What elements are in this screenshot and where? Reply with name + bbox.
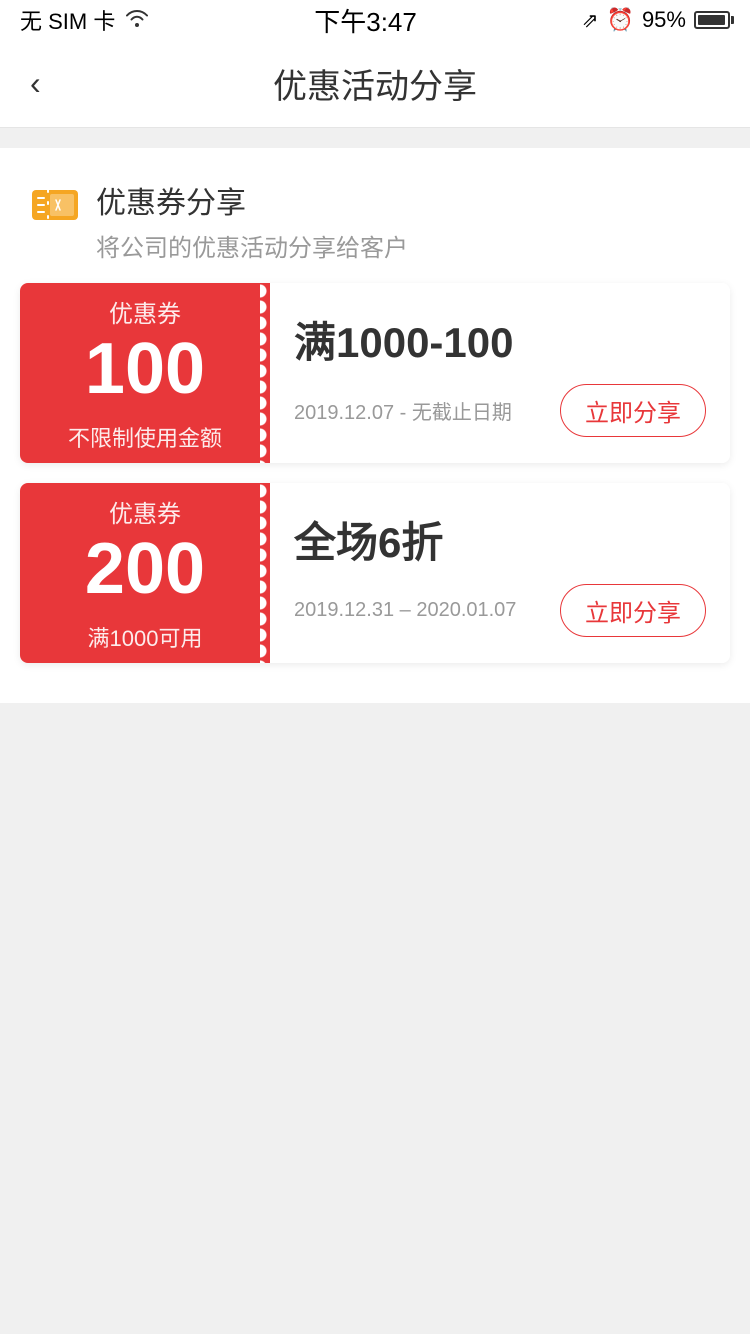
- coupon-meta-1: 2019.12.07 - 无截止日期 立即分享: [294, 384, 706, 437]
- carrier-text: 无 SIM 卡: [20, 4, 115, 36]
- coupon-name-2: 全场6折: [294, 509, 706, 570]
- coupon-name-1: 满1000-100: [294, 309, 706, 370]
- coupon-share-icon: [30, 180, 80, 230]
- share-button-1[interactable]: 立即分享: [560, 384, 706, 437]
- coupon-label-1: 优惠券: [109, 294, 181, 329]
- status-right: ⇗ ⏰ 95%: [582, 7, 730, 33]
- coupon-label-2: 优惠券: [109, 494, 181, 529]
- coupon-amount-1: 100: [85, 333, 205, 405]
- bottom-area: [0, 703, 750, 1303]
- status-left: 无 SIM 卡: [20, 4, 149, 36]
- coupon-left-2: 优惠券 200 满1000可用: [20, 483, 270, 663]
- coupon-condition-1: 不限制使用金额: [68, 421, 222, 453]
- coupon-card-2: 优惠券 200 满1000可用 全场6折 2019.12.31 – 2020.0…: [20, 483, 730, 663]
- nav-bar: ‹ 优惠活动分享: [0, 40, 750, 128]
- alarm-icon: ⏰: [607, 7, 634, 33]
- battery-percentage: 95%: [642, 7, 686, 33]
- battery-indicator: [694, 11, 730, 29]
- coupon-list: 优惠券 100 不限制使用金额 满1000-100 2019.12.07 - 无…: [0, 283, 750, 703]
- section-title: 优惠券分享: [96, 178, 408, 222]
- wifi-icon: [125, 7, 149, 33]
- coupon-meta-2: 2019.12.31 – 2020.01.07 立即分享: [294, 584, 706, 637]
- coupon-date-1: 2019.12.07 - 无截止日期: [294, 396, 548, 425]
- coupon-right-1: 满1000-100 2019.12.07 - 无截止日期 立即分享: [270, 283, 730, 463]
- coupon-date-2: 2019.12.31 – 2020.01.07: [294, 599, 548, 622]
- page-title: 优惠活动分享: [273, 59, 477, 108]
- coupon-right-2: 全场6折 2019.12.31 – 2020.01.07 立即分享: [270, 483, 730, 663]
- section-gap-top: [0, 128, 750, 148]
- status-bar: 无 SIM 卡 下午3:47 ⇗ ⏰ 95%: [0, 0, 750, 40]
- time-display: 下午3:47: [314, 2, 417, 39]
- section-subtitle: 将公司的优惠活动分享给客户: [96, 228, 408, 263]
- coupon-card-1: 优惠券 100 不限制使用金额 满1000-100 2019.12.07 - 无…: [20, 283, 730, 463]
- back-button[interactable]: ‹: [30, 65, 41, 102]
- location-icon: ⇗: [582, 8, 599, 33]
- section-header: 优惠券分享 将公司的优惠活动分享给客户: [0, 148, 750, 283]
- share-button-2[interactable]: 立即分享: [560, 584, 706, 637]
- coupon-left-1: 优惠券 100 不限制使用金额: [20, 283, 270, 463]
- coupon-condition-2: 满1000可用: [88, 621, 203, 653]
- coupon-amount-2: 200: [85, 533, 205, 605]
- section-text: 优惠券分享 将公司的优惠活动分享给客户: [96, 178, 408, 263]
